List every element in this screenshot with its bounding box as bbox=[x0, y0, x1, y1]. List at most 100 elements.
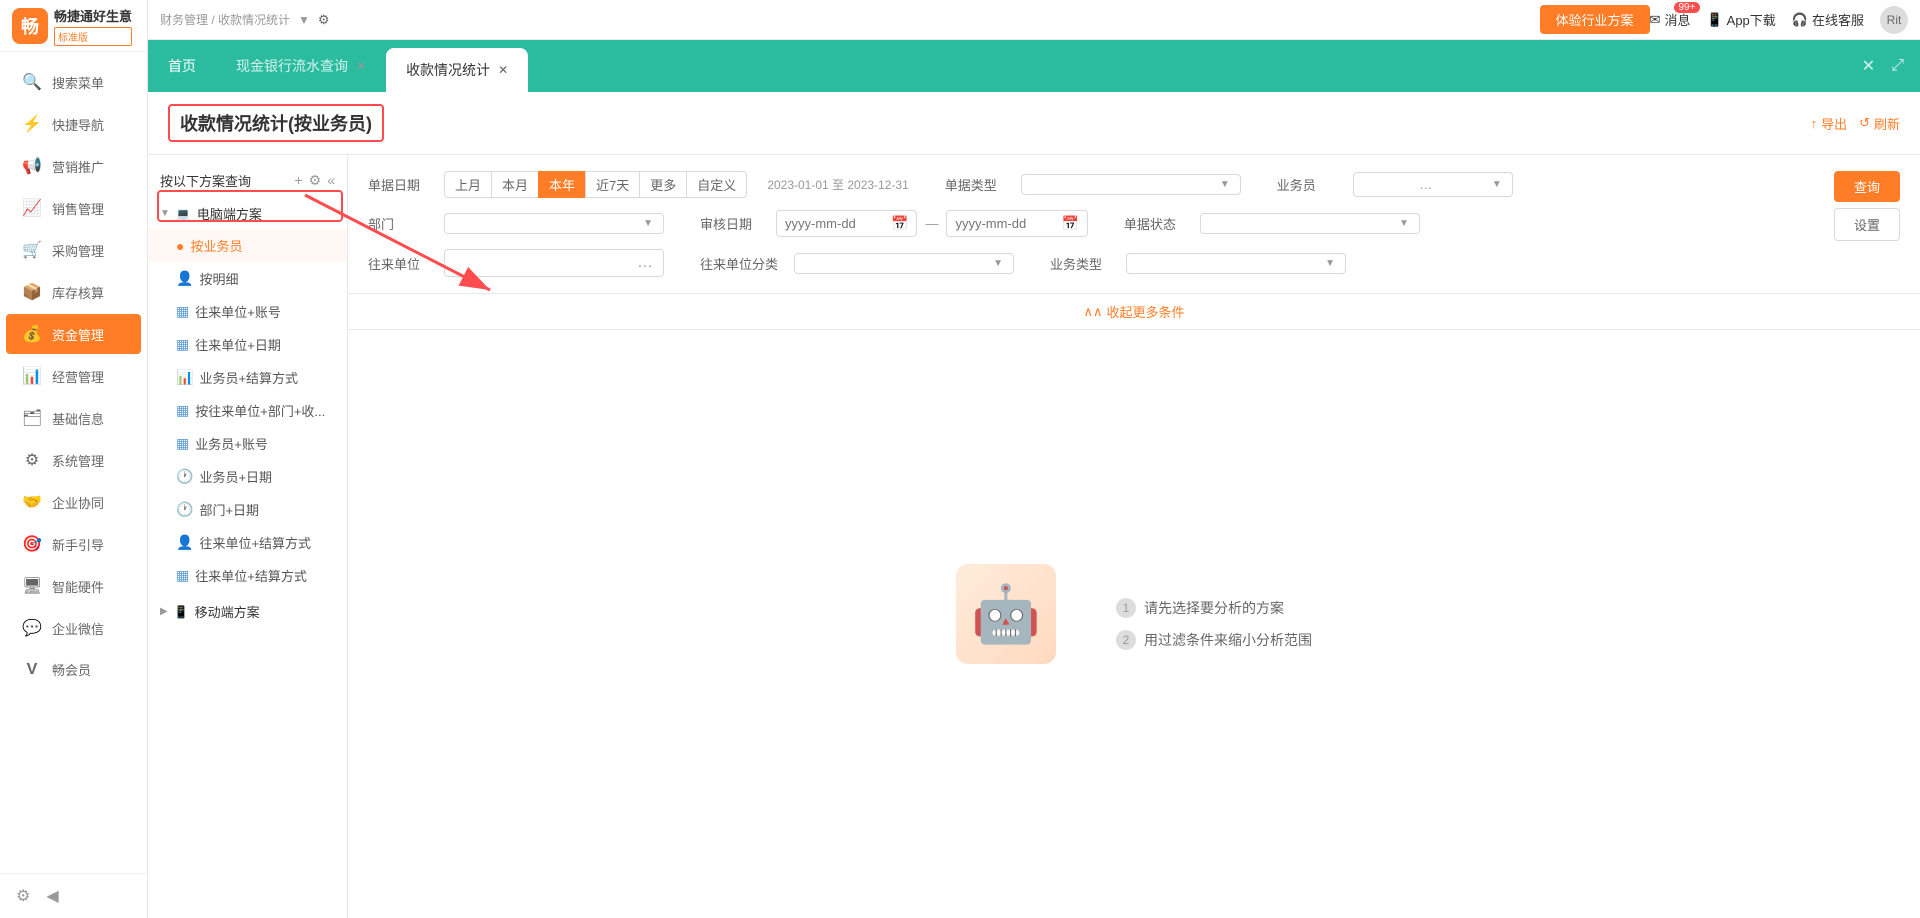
close-window-icon[interactable]: ✕ bbox=[1862, 56, 1875, 76]
sidebar-item-sales[interactable]: 📈 销售管理 bbox=[6, 188, 141, 228]
tree-item-counterpart-account[interactable]: ▦ 往来单位+账号 bbox=[148, 295, 347, 328]
sidebar-item-finance[interactable]: 💰 资金管理 bbox=[6, 314, 141, 354]
cal-from-icon[interactable]: 📅 bbox=[891, 215, 908, 232]
app-download-button[interactable]: 📱 App下载 bbox=[1706, 10, 1775, 29]
export-button[interactable]: ↑ 导出 bbox=[1811, 114, 1848, 133]
sidebar-item-member[interactable]: V 畅会员 bbox=[6, 650, 141, 689]
cal-to-icon[interactable]: 📅 bbox=[1061, 215, 1078, 232]
sidebar-item-system[interactable]: ⚙ 系统管理 bbox=[6, 440, 141, 480]
sidebar-item-marketing[interactable]: 📢 营销推广 bbox=[6, 146, 141, 186]
review-date-from-input[interactable]: 📅 bbox=[776, 210, 917, 237]
page-content: 收款情况统计(按业务员) ↑ 导出 ↺ 刷新 按以下方案查询 + bbox=[148, 92, 1920, 918]
sidebar-item-basic[interactable]: 🗂 基础信息 bbox=[6, 398, 141, 438]
salesperson-select[interactable]: … ▼ bbox=[1353, 172, 1513, 197]
empty-tip-1: 1 请先选择要分析的方案 bbox=[1116, 598, 1312, 618]
collapse-more-bar[interactable]: ∧∧ 收起更多条件 bbox=[348, 294, 1920, 330]
headset-icon: 🎧 bbox=[1792, 12, 1808, 28]
refresh-icon: ↺ bbox=[1859, 115, 1870, 131]
tree-item-counterpart-date[interactable]: ▦ 往来单位+日期 bbox=[148, 328, 347, 361]
settings-bottom-icon[interactable]: ⚙ bbox=[16, 886, 30, 906]
date-tab-more[interactable]: 更多 bbox=[639, 171, 686, 198]
salesperson-account-icon: ▦ bbox=[176, 435, 189, 452]
tree-item-counterpart-settle2[interactable]: ▦ 往来单位+结算方式 bbox=[148, 559, 347, 592]
query-button[interactable]: 查询 bbox=[1834, 171, 1900, 202]
tree-item-by-detail[interactable]: 👤 按明细 bbox=[148, 262, 347, 295]
data-area: 🤖 1 请先选择要分析的方案 2 用过滤条件来缩小分析范围 bbox=[348, 330, 1920, 918]
tree-item-counterpart-dept[interactable]: ▦ 按往来单位+部门+收... bbox=[148, 394, 347, 427]
topbar-settings-icon[interactable]: ⚙ bbox=[318, 12, 330, 28]
expand-icon[interactable]: ⤢ bbox=[1891, 57, 1904, 75]
mobile-tree-arrow: ▶ bbox=[160, 606, 168, 617]
salesperson-more-icon[interactable]: … bbox=[1419, 177, 1432, 192]
review-date-to-input[interactable]: 📅 bbox=[946, 210, 1087, 237]
tab-bank[interactable]: 现金银行流水查询 ✕ bbox=[216, 40, 386, 92]
scheme-settings-button[interactable]: ⚙ bbox=[309, 172, 322, 189]
user-avatar[interactable]: Rit bbox=[1880, 6, 1908, 34]
tab-home[interactable]: 首页 bbox=[148, 40, 216, 92]
review-to-field[interactable] bbox=[955, 216, 1055, 231]
sidebar-item-wechat[interactable]: 💬 企业微信 bbox=[6, 608, 141, 648]
date-tab-custom[interactable]: 自定义 bbox=[686, 171, 747, 198]
tab-collection[interactable]: 收款情况统计 ✕ bbox=[386, 48, 528, 92]
biz-type-select[interactable]: ▼ bbox=[1126, 253, 1346, 274]
counterpart-select[interactable]: … bbox=[444, 249, 664, 277]
date-tab-this-month[interactable]: 本月 bbox=[491, 171, 538, 198]
member-icon: V bbox=[22, 661, 42, 679]
tab-close-collection[interactable]: ✕ bbox=[498, 63, 508, 77]
wechat-icon: 💬 bbox=[22, 618, 42, 638]
sidebar-item-hardware[interactable]: 🖥 智能硬件 bbox=[6, 566, 141, 606]
empty-icon: 🤖 bbox=[956, 564, 1076, 684]
page-actions: ↑ 导出 ↺ 刷新 bbox=[1811, 114, 1900, 133]
trial-button[interactable]: 体验行业方案 bbox=[1540, 5, 1650, 34]
panel-actions: + ⚙ « bbox=[294, 172, 335, 189]
counterpart-category-select[interactable]: ▼ bbox=[794, 253, 1014, 274]
sidebar-item-search[interactable]: 🔍 搜索菜单 bbox=[6, 62, 141, 102]
top-header: 财务管理 / 收款情况统计 ▼ ⚙ 体验行业方案 ✉ 消息 99+ 📱 App下… bbox=[148, 0, 1920, 40]
counterpart-dept-icon: ▦ bbox=[176, 402, 189, 419]
tree-desktop-header[interactable]: ▼ 💻 电脑端方案 bbox=[148, 198, 347, 229]
sidebar-item-operations[interactable]: 📊 经营管理 bbox=[6, 356, 141, 396]
collapse-panel-button[interactable]: « bbox=[327, 172, 335, 189]
sidebar-item-inventory[interactable]: 📦 库存核算 bbox=[6, 272, 141, 312]
doc-type-select[interactable]: ▼ bbox=[1021, 174, 1241, 195]
online-service-button[interactable]: 🎧 在线客服 bbox=[1792, 10, 1864, 29]
filter-area: 单据日期 上月 本月 本年 近7天 更多 自定义 2023-01-01 至 20… bbox=[348, 155, 1920, 294]
date-tab-7days[interactable]: 近7天 bbox=[585, 171, 639, 198]
chevron-up-icon: ∧∧ bbox=[1083, 304, 1102, 320]
phone-icon: 📱 bbox=[1706, 12, 1722, 28]
tree-desktop-section: ▼ 💻 电脑端方案 ● 按业务员 👤 按明细 ▦ 往来单位+账号 bbox=[148, 198, 347, 592]
message-button[interactable]: ✉ 消息 99+ bbox=[1650, 10, 1691, 29]
tree-item-counterpart-settle1[interactable]: 👤 往来单位+结算方式 bbox=[148, 526, 347, 559]
counterpart-label: 往来单位 bbox=[368, 254, 428, 273]
sidebar-item-purchase[interactable]: 🛒 采购管理 bbox=[6, 230, 141, 270]
sidebar-item-quicknav[interactable]: ⚡ 快捷导航 bbox=[6, 104, 141, 144]
tab-close-bank[interactable]: ✕ bbox=[356, 59, 366, 73]
sidebar-item-guide[interactable]: 🎯 新手引导 bbox=[6, 524, 141, 564]
empty-state-container: 🤖 1 请先选择要分析的方案 2 用过滤条件来缩小分析范围 bbox=[956, 564, 1312, 684]
refresh-button[interactable]: ↺ 刷新 bbox=[1859, 114, 1900, 133]
tree-mobile-header[interactable]: ▶ 📱 移动端方案 bbox=[148, 596, 347, 627]
tree-item-salesperson-account[interactable]: ▦ 业务员+账号 bbox=[148, 427, 347, 460]
tree-item-salesperson-settle[interactable]: 📊 业务员+结算方式 bbox=[148, 361, 347, 394]
detail-scheme-icon: 👤 bbox=[176, 270, 193, 287]
dept-label: 部门 bbox=[368, 214, 428, 233]
header-left: 财务管理 / 收款情况统计 ▼ ⚙ bbox=[160, 11, 1540, 28]
doc-status-select[interactable]: ▼ bbox=[1200, 213, 1420, 234]
filter-settings-button[interactable]: 设置 bbox=[1834, 208, 1900, 241]
tree-item-salesperson-date[interactable]: 🕐 业务员+日期 bbox=[148, 460, 347, 493]
dept-select[interactable]: ▼ bbox=[444, 213, 664, 234]
date-range-display: 2023-01-01 至 2023-12-31 bbox=[767, 176, 908, 193]
main-body: 按以下方案查询 + ⚙ « ▼ 💻 电脑端方案 ● bbox=[148, 155, 1920, 918]
collapse-sidebar-icon[interactable]: ◀ bbox=[46, 886, 58, 906]
tree-item-dept-date[interactable]: 🕐 部门+日期 bbox=[148, 493, 347, 526]
filter-row-1: 单据日期 上月 本月 本年 近7天 更多 自定义 2023-01-01 至 20… bbox=[368, 171, 1814, 198]
review-from-field[interactable] bbox=[785, 216, 885, 231]
date-tabs: 上月 本月 本年 近7天 更多 自定义 bbox=[444, 171, 747, 198]
guide-icon: 🎯 bbox=[22, 534, 42, 554]
sidebar-item-enterprise[interactable]: 🤝 企业协同 bbox=[6, 482, 141, 522]
date-tab-last-month[interactable]: 上月 bbox=[444, 171, 491, 198]
add-scheme-button[interactable]: + bbox=[294, 172, 302, 189]
counterpart-more-icon[interactable]: … bbox=[637, 254, 653, 272]
date-tab-this-year[interactable]: 本年 bbox=[538, 171, 585, 198]
tree-item-by-salesperson[interactable]: ● 按业务员 bbox=[148, 229, 347, 262]
